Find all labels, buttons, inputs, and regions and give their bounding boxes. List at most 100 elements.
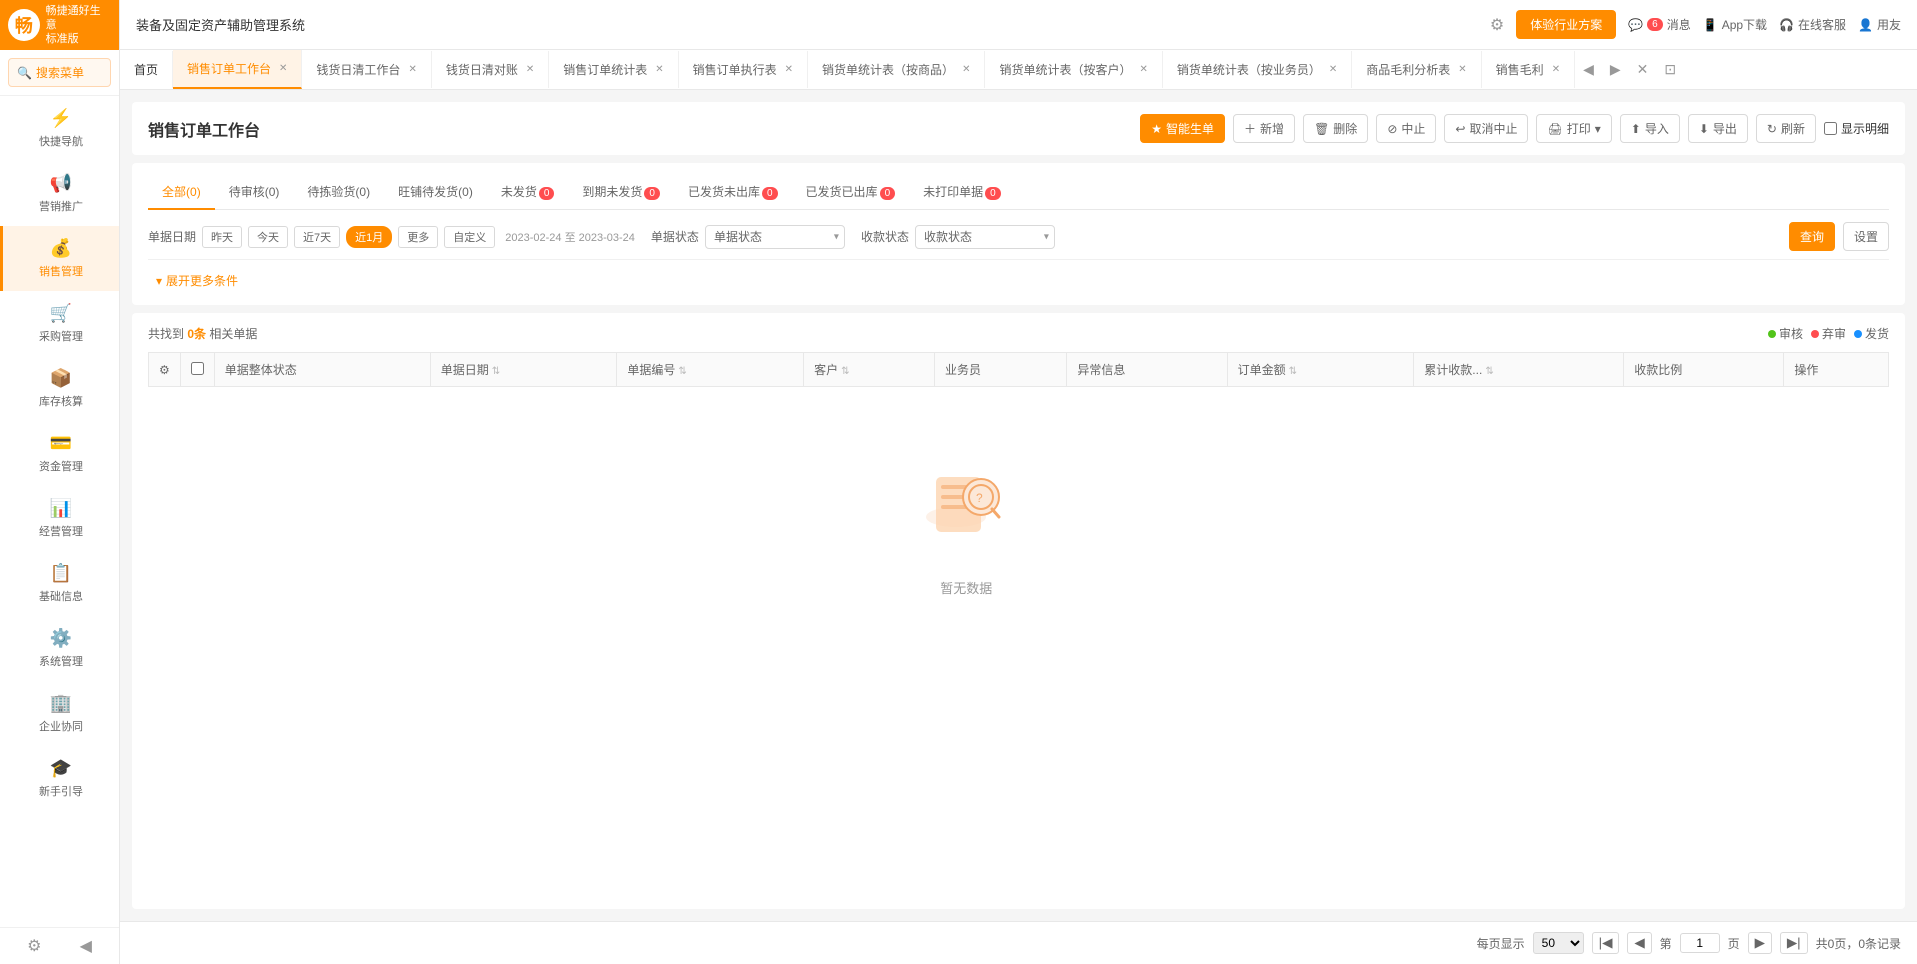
sidebar-item-basics[interactable]: 📋 基础信息 xyxy=(0,551,119,616)
tab-close-sales-workbench[interactable]: ✕ xyxy=(279,63,287,74)
sidebar-item-operations[interactable]: 📊 经营管理 xyxy=(0,486,119,551)
col-checkbox[interactable] xyxy=(180,353,214,387)
tab-close-cash-daily[interactable]: ✕ xyxy=(408,64,416,75)
table-bulk-actions: 审核 弃审 发货 xyxy=(1768,325,1889,342)
sort-customer-icon[interactable]: ⇅ xyxy=(841,366,849,377)
sort-collected-icon[interactable]: ⇅ xyxy=(1485,366,1493,377)
sort-date-icon[interactable]: ⇅ xyxy=(492,366,500,377)
date-today-btn[interactable]: 今天 xyxy=(248,226,288,248)
bulk-cancel-button[interactable]: 弃审 xyxy=(1811,325,1846,342)
bulk-review-button[interactable]: 审核 xyxy=(1768,325,1803,342)
settings-bottom-button[interactable]: ⚙ xyxy=(27,936,41,956)
sub-tab-not-shipped[interactable]: 未发货0 xyxy=(487,175,569,210)
tab-cash-daily[interactable]: 钱货日清工作台 ✕ xyxy=(302,51,431,88)
cancel-dot xyxy=(1811,330,1819,338)
col-amount: 订单金额⇅ xyxy=(1227,353,1414,387)
tab-sales-single-staff[interactable]: 销货单统计表（按业务员） ✕ xyxy=(1163,51,1352,88)
page-next-button[interactable]: ▶ xyxy=(1748,932,1772,954)
tab-sales-profit[interactable]: 销售毛利 ✕ xyxy=(1482,51,1575,88)
payment-select[interactable]: 收款状态 xyxy=(915,225,1055,249)
date-more-btn[interactable]: 更多 xyxy=(398,226,438,248)
app-download-button[interactable]: 📱 App下载 xyxy=(1703,16,1767,33)
export-button[interactable]: ⬇ 导出 xyxy=(1688,114,1748,143)
sort-number-icon[interactable]: ⇅ xyxy=(678,366,686,377)
bulk-ship-button[interactable]: 发货 xyxy=(1854,325,1889,342)
show-detail-label[interactable]: 显示明细 xyxy=(1824,120,1889,137)
tab-cash-reconcile[interactable]: 钱货日清对账 ✕ xyxy=(432,51,549,88)
industry-solution-button[interactable]: 体验行业方案 xyxy=(1516,10,1616,39)
sub-tab-shipped-not-out[interactable]: 已发货未出库0 xyxy=(674,175,792,210)
collapse-sidebar-button[interactable]: ◀ xyxy=(80,936,92,956)
print-button[interactable]: 🖨 打印 ▾ xyxy=(1536,114,1611,143)
page-number-input[interactable] xyxy=(1680,933,1720,953)
tab-sales-single-customer[interactable]: 销货单统计表（按客户） ✕ xyxy=(985,51,1162,88)
purchase-icon: 🛒 xyxy=(50,303,72,324)
sidebar-logo: 畅 畅捷通好生意 标准版 xyxy=(0,0,119,50)
tab-menu[interactable]: ⊡ xyxy=(1656,61,1684,78)
tab-close-single-product[interactable]: ✕ xyxy=(962,64,970,75)
sidebar-item-sales[interactable]: 💰 销售管理 xyxy=(0,226,119,291)
tab-close-sales-stats[interactable]: ✕ xyxy=(655,64,663,75)
sidebar-item-inventory[interactable]: 📦 库存核算 xyxy=(0,356,119,421)
tab-nav-next[interactable]: ▶ xyxy=(1602,61,1629,78)
import-button[interactable]: ⬆ 导入 xyxy=(1620,114,1680,143)
tab-close-all[interactable]: ✕ xyxy=(1629,61,1657,78)
tab-close-gross-margin[interactable]: ✕ xyxy=(1458,64,1466,75)
tab-nav-prev[interactable]: ◀ xyxy=(1575,61,1602,78)
tab-close-single-customer[interactable]: ✕ xyxy=(1139,64,1147,75)
tab-gross-margin[interactable]: 商品毛利分析表 ✕ xyxy=(1352,51,1481,88)
sub-tab-pending-inspect[interactable]: 待拣验货(0) xyxy=(293,175,384,210)
tab-sales-single-product[interactable]: 销货单统计表（按商品） ✕ xyxy=(808,51,985,88)
sub-tab-shipped-out[interactable]: 已发货已出库0 xyxy=(792,175,910,210)
add-button[interactable]: ＋ 新增 xyxy=(1233,114,1295,143)
stop-button[interactable]: ⊘ 中止 xyxy=(1376,114,1436,143)
delete-button[interactable]: 🗑 删除 xyxy=(1303,114,1368,143)
tab-close-cash-reconcile[interactable]: ✕ xyxy=(526,64,534,75)
date-custom-btn[interactable]: 自定义 xyxy=(444,226,495,248)
refresh-button[interactable]: ↻ 刷新 xyxy=(1756,114,1816,143)
tab-sales-workbench[interactable]: 销售订单工作台 ✕ xyxy=(173,50,302,89)
filter-settings-button[interactable]: 设置 xyxy=(1843,222,1889,251)
page-prev-button[interactable]: ◀ xyxy=(1627,932,1651,954)
online-service-button[interactable]: 🎧 在线客服 xyxy=(1779,16,1846,33)
sidebar-item-guide[interactable]: 🎓 新手引导 xyxy=(0,746,119,811)
search-menu-button[interactable]: 🔍 搜索菜单 xyxy=(8,58,111,87)
message-button[interactable]: 💬 6 消息 xyxy=(1628,16,1691,33)
page-first-button[interactable]: |◀ xyxy=(1592,932,1620,954)
query-button[interactable]: 查询 xyxy=(1789,222,1835,251)
status-select[interactable]: 单据状态 xyxy=(705,225,845,249)
select-all-checkbox[interactable] xyxy=(191,362,204,375)
sub-tab-pending-review[interactable]: 待审核(0) xyxy=(215,175,294,210)
sidebar-item-quicknav[interactable]: ⚡ 快捷导航 xyxy=(0,96,119,161)
sidebar-item-finance[interactable]: 💳 资金管理 xyxy=(0,421,119,486)
sidebar-item-enterprise[interactable]: 🏢 企业协同 xyxy=(0,681,119,746)
tab-close-sales-profit[interactable]: ✕ xyxy=(1552,64,1560,75)
tab-sales-stats[interactable]: 销售订单统计表 ✕ xyxy=(549,51,678,88)
tab-close-sales-exec[interactable]: ✕ xyxy=(785,64,793,75)
settings-icon[interactable]: ⚙ xyxy=(1490,15,1504,35)
date-yesterday-btn[interactable]: 昨天 xyxy=(202,226,242,248)
service-icon: 🎧 xyxy=(1779,18,1794,32)
sub-tab-all[interactable]: 全部(0) xyxy=(148,175,215,210)
user-menu-button[interactable]: 👤 用友 xyxy=(1858,16,1901,33)
smart-order-button[interactable]: ★ 智能生单 xyxy=(1140,114,1225,143)
sidebar-item-purchase[interactable]: 🛒 采购管理 xyxy=(0,291,119,356)
sub-tab-wangpu[interactable]: 旺铺待发货(0) xyxy=(384,175,487,210)
page-size-select[interactable]: 50 10 20 100 xyxy=(1533,932,1584,954)
date-month-btn[interactable]: 近1月 xyxy=(346,226,392,248)
expand-more-button[interactable]: ▾ 展开更多条件 xyxy=(148,268,1889,293)
tab-close-single-staff[interactable]: ✕ xyxy=(1329,64,1337,75)
col-ratio: 收款比例 xyxy=(1624,353,1784,387)
date-7days-btn[interactable]: 近7天 xyxy=(294,226,340,248)
page-last-button[interactable]: ▶| xyxy=(1780,932,1808,954)
sidebar-item-marketing[interactable]: 📢 营销推广 xyxy=(0,161,119,226)
sub-tab-overdue-ship[interactable]: 到期未发货0 xyxy=(568,175,674,210)
cancel-stop-button[interactable]: ↩ 取消中止 xyxy=(1444,114,1528,143)
show-detail-checkbox[interactable] xyxy=(1824,122,1837,135)
tab-home[interactable]: 首页 xyxy=(120,51,173,88)
sidebar-item-system[interactable]: ⚙️ 系统管理 xyxy=(0,616,119,681)
sort-amount-icon[interactable]: ⇅ xyxy=(1289,366,1297,377)
table-body: ? 暂无数据 xyxy=(149,387,1889,658)
tab-sales-exec[interactable]: 销售订单执行表 ✕ xyxy=(679,51,808,88)
sub-tab-not-printed[interactable]: 未打印单据0 xyxy=(909,175,1015,210)
